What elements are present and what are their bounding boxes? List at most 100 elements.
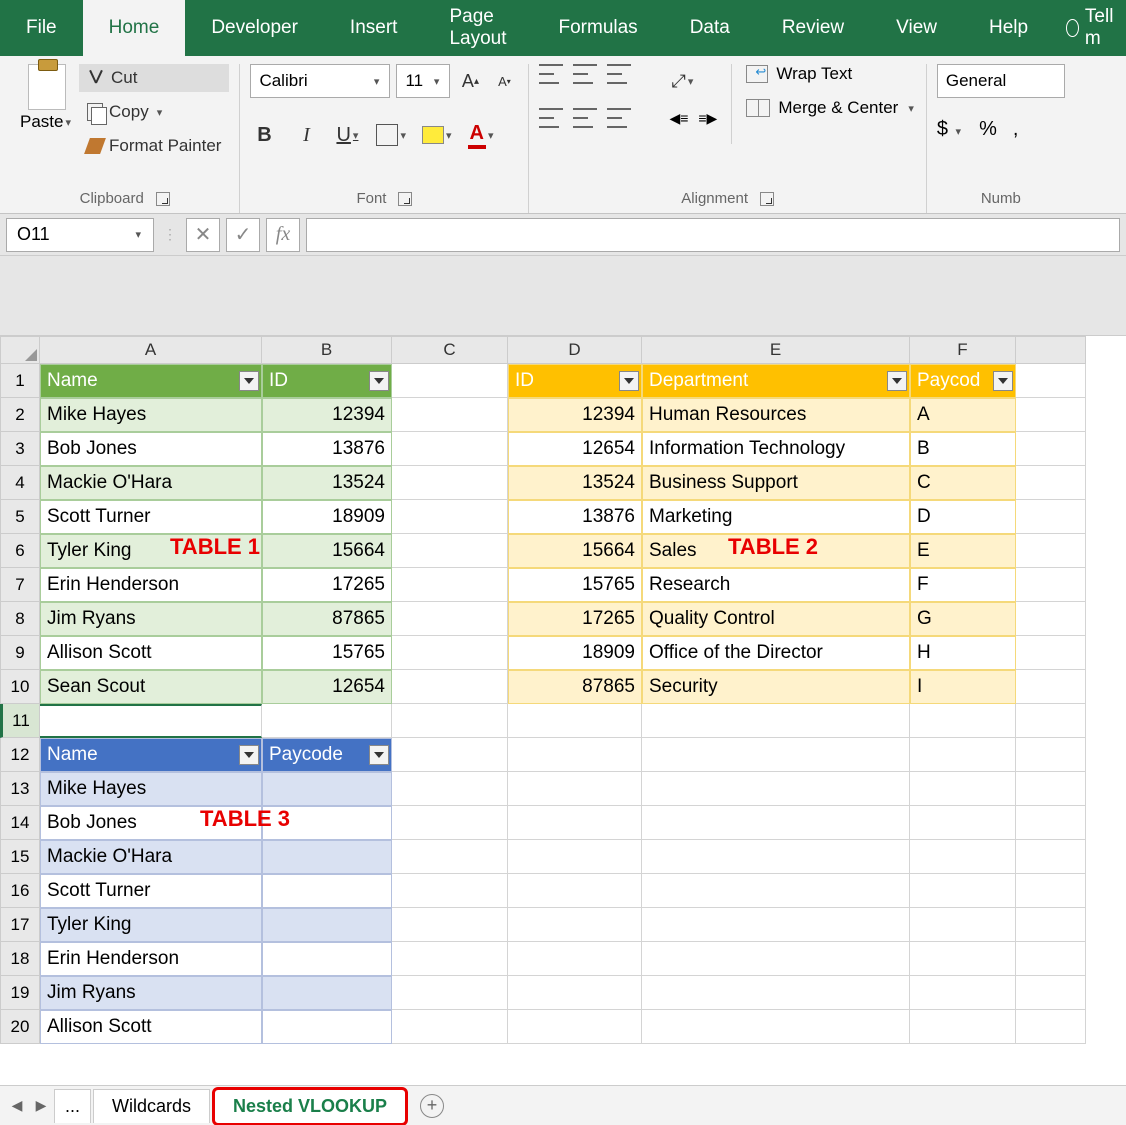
cell-F3[interactable]: B xyxy=(910,432,1016,466)
align-top-button[interactable] xyxy=(539,64,563,84)
filter-dropdown[interactable] xyxy=(369,745,389,765)
tab-help[interactable]: Help xyxy=(963,0,1054,56)
fx-button[interactable]: fx xyxy=(266,218,300,252)
tab-insert[interactable]: Insert xyxy=(324,0,424,56)
cell-G8[interactable] xyxy=(1016,602,1086,636)
comma-button[interactable]: , xyxy=(1013,118,1019,141)
row-header-8[interactable]: 8 xyxy=(0,602,40,636)
currency-button[interactable]: $ ▾ xyxy=(937,118,963,141)
percent-button[interactable]: % xyxy=(979,118,997,141)
font-size-select[interactable]: 11▾ xyxy=(396,64,450,98)
row-header-1[interactable]: 1 xyxy=(0,364,40,398)
cell-F16[interactable] xyxy=(910,874,1016,908)
tab-review[interactable]: Review xyxy=(756,0,870,56)
cell-C2[interactable] xyxy=(392,398,508,432)
col-header-blank[interactable] xyxy=(1016,336,1086,364)
underline-button[interactable]: U▾ xyxy=(334,118,362,152)
spreadsheet-grid[interactable]: A B C D E F 1NameIDIDDepartmentPaycod2Mi… xyxy=(0,336,1126,1085)
copy-button[interactable]: Copy▾ xyxy=(79,98,229,126)
cell-B6[interactable]: 15664 xyxy=(262,534,392,568)
sheet-tab-more[interactable]: ... xyxy=(54,1089,91,1123)
cell-B19[interactable] xyxy=(262,976,392,1010)
sheet-nav-next[interactable]: ▶ xyxy=(30,1095,52,1117)
cell-C16[interactable] xyxy=(392,874,508,908)
row-header-20[interactable]: 20 xyxy=(0,1010,40,1044)
tab-developer[interactable]: Developer xyxy=(185,0,324,56)
cell-F18[interactable] xyxy=(910,942,1016,976)
sheet-nav-prev[interactable]: ◀ xyxy=(6,1095,28,1117)
row-header-16[interactable]: 16 xyxy=(0,874,40,908)
cell-E6[interactable]: Sales xyxy=(642,534,910,568)
cell-E9[interactable]: Office of the Director xyxy=(642,636,910,670)
cell-C4[interactable] xyxy=(392,466,508,500)
select-all-corner[interactable] xyxy=(0,336,40,364)
cell-C12[interactable] xyxy=(392,738,508,772)
cell-A4[interactable]: Mackie O'Hara xyxy=(40,466,262,500)
wrap-text-button[interactable]: Wrap Text xyxy=(746,64,916,84)
cell-B12[interactable]: Paycode xyxy=(262,738,392,772)
row-header-17[interactable]: 17 xyxy=(0,908,40,942)
cell-E7[interactable]: Research xyxy=(642,568,910,602)
row-header-12[interactable]: 12 xyxy=(0,738,40,772)
cell-C14[interactable] xyxy=(392,806,508,840)
row-header-15[interactable]: 15 xyxy=(0,840,40,874)
tab-file[interactable]: File xyxy=(0,0,83,56)
row-header-9[interactable]: 9 xyxy=(0,636,40,670)
cell-C8[interactable] xyxy=(392,602,508,636)
cell-E12[interactable] xyxy=(642,738,910,772)
col-header-D[interactable]: D xyxy=(508,336,642,364)
cell-A17[interactable]: Tyler King xyxy=(40,908,262,942)
cell-G4[interactable] xyxy=(1016,466,1086,500)
cell-E19[interactable] xyxy=(642,976,910,1010)
cell-E4[interactable]: Business Support xyxy=(642,466,910,500)
cell-B7[interactable]: 17265 xyxy=(262,568,392,602)
font-name-select[interactable]: Calibri▾ xyxy=(250,64,390,98)
cell-D19[interactable] xyxy=(508,976,642,1010)
bold-button[interactable]: B xyxy=(250,118,278,152)
align-center-button[interactable] xyxy=(573,108,597,128)
cell-G15[interactable] xyxy=(1016,840,1086,874)
cell-E13[interactable] xyxy=(642,772,910,806)
col-header-B[interactable]: B xyxy=(262,336,392,364)
cell-G13[interactable] xyxy=(1016,772,1086,806)
cell-D7[interactable]: 15765 xyxy=(508,568,642,602)
font-color-button[interactable]: A▾ xyxy=(468,118,496,152)
decrease-indent-button[interactable]: ◀≡ xyxy=(669,108,688,128)
cell-G20[interactable] xyxy=(1016,1010,1086,1044)
cell-D3[interactable]: 12654 xyxy=(508,432,642,466)
tab-data[interactable]: Data xyxy=(664,0,756,56)
cell-A3[interactable]: Bob Jones xyxy=(40,432,262,466)
cell-E5[interactable]: Marketing xyxy=(642,500,910,534)
filter-dropdown[interactable] xyxy=(887,371,907,391)
cell-A19[interactable]: Jim Ryans xyxy=(40,976,262,1010)
cell-B13[interactable] xyxy=(262,772,392,806)
border-button[interactable]: ▾ xyxy=(376,118,408,152)
cell-E15[interactable] xyxy=(642,840,910,874)
cell-C6[interactable] xyxy=(392,534,508,568)
cell-B8[interactable]: 87865 xyxy=(262,602,392,636)
cell-F8[interactable]: G xyxy=(910,602,1016,636)
cell-G14[interactable] xyxy=(1016,806,1086,840)
decrease-font-button[interactable]: A▾ xyxy=(490,64,518,98)
cell-A1[interactable]: Name xyxy=(40,364,262,398)
cell-F2[interactable]: A xyxy=(910,398,1016,432)
row-header-11[interactable]: 11 xyxy=(0,704,40,738)
cell-G9[interactable] xyxy=(1016,636,1086,670)
cell-F7[interactable]: F xyxy=(910,568,1016,602)
tell-me[interactable]: Tell m xyxy=(1054,0,1126,56)
format-painter-button[interactable]: Format Painter xyxy=(79,132,229,160)
row-header-5[interactable]: 5 xyxy=(0,500,40,534)
tab-page-layout[interactable]: Page Layout xyxy=(423,0,532,56)
cell-F14[interactable] xyxy=(910,806,1016,840)
cell-G19[interactable] xyxy=(1016,976,1086,1010)
cell-B14[interactable] xyxy=(262,806,392,840)
row-header-7[interactable]: 7 xyxy=(0,568,40,602)
increase-font-button[interactable]: A▴ xyxy=(456,64,484,98)
cell-A12[interactable]: Name xyxy=(40,738,262,772)
row-header-13[interactable]: 13 xyxy=(0,772,40,806)
cell-D11[interactable] xyxy=(508,704,642,738)
cell-C3[interactable] xyxy=(392,432,508,466)
cell-C13[interactable] xyxy=(392,772,508,806)
cell-B4[interactable]: 13524 xyxy=(262,466,392,500)
row-header-3[interactable]: 3 xyxy=(0,432,40,466)
